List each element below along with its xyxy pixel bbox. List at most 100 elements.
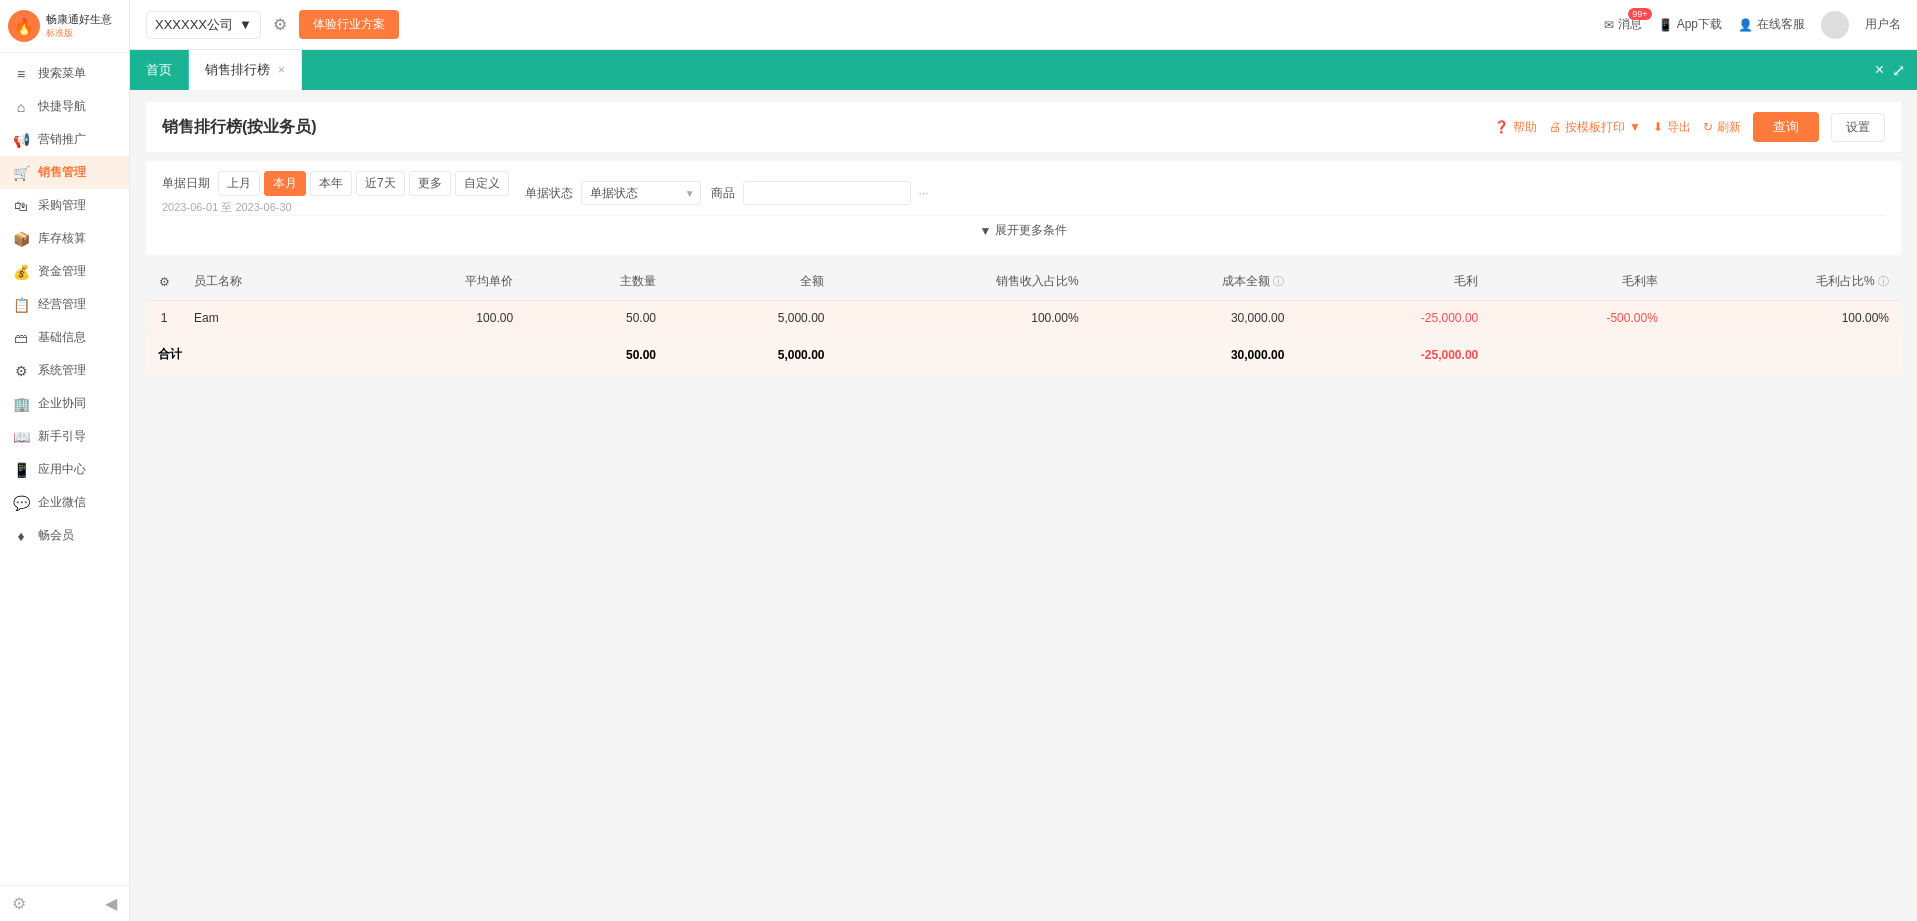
status-select[interactable]: 单据状态 [581, 181, 701, 205]
message-button[interactable]: ✉ 消息 99+ [1604, 16, 1642, 33]
tab-actions: × ⤢ [1875, 61, 1917, 80]
goods-filter-label: 商品 [711, 185, 735, 202]
date-btn-more[interactable]: 更多 [409, 171, 451, 196]
col-gross-header: 毛利 [1296, 263, 1490, 301]
sidebar-item-label: 畅会员 [38, 527, 74, 544]
tab-close-window-icon[interactable]: × [1875, 61, 1884, 79]
header-settings-icon[interactable]: ⚙ [273, 15, 287, 34]
wechat-icon: 💬 [12, 495, 30, 511]
download-icon: 📱 [1658, 18, 1673, 32]
operations-icon: 📋 [12, 297, 30, 313]
sidebar-item-guide[interactable]: 📖 新手引导 [0, 420, 129, 453]
tab-bar: 首页 销售排行榜 × × ⤢ [130, 50, 1917, 90]
footer-gross-pct [1670, 336, 1901, 374]
date-btn-custom[interactable]: 自定义 [455, 171, 509, 196]
cost-cell: 30,000.00 [1091, 301, 1297, 336]
sidebar-item-system[interactable]: ⚙ 系统管理 [0, 354, 129, 387]
sidebar-item-marketing[interactable]: 📢 营销推广 [0, 123, 129, 156]
online-service-button[interactable]: 👤 在线客服 [1738, 16, 1805, 33]
col-settings[interactable]: ⚙ [146, 263, 182, 301]
sidebar-item-finance[interactable]: 💰 资金管理 [0, 255, 129, 288]
tab-maximize-icon[interactable]: ⤢ [1892, 61, 1905, 80]
tab-label: 销售排行榜 [205, 61, 270, 79]
table-header-row: ⚙ 员工名称 平均单价 主数量 全额 销售收入占比% 成本全额 ⓘ 毛利 毛利率… [146, 263, 1901, 301]
date-btn-this-year[interactable]: 本年 [310, 171, 352, 196]
sidebar-item-label: 经营管理 [38, 296, 86, 313]
sidebar-item-label: 新手引导 [38, 428, 86, 445]
gross-pct-info-icon[interactable]: ⓘ [1878, 275, 1889, 287]
sidebar-bottom: ⚙ ◀ [0, 885, 129, 921]
home-icon: ⌂ [12, 99, 30, 115]
tab-home[interactable]: 首页 [130, 50, 189, 90]
message-badge: 99+ [1628, 8, 1651, 20]
export-button[interactable]: ⬇ 导出 [1653, 119, 1691, 136]
footer-gross: -25,000.00 [1296, 336, 1490, 374]
sidebar-item-operations[interactable]: 📋 经营管理 [0, 288, 129, 321]
system-icon: ⚙ [12, 363, 30, 379]
top-header: XXXXXX公司 ▼ ⚙ 体验行业方案 ✉ 消息 99+ 📱 App下载 👤 在… [130, 0, 1917, 50]
app-download-button[interactable]: 📱 App下载 [1658, 16, 1722, 33]
sidebar-item-wechat[interactable]: 💬 企业微信 [0, 486, 129, 519]
apps-icon: 📱 [12, 462, 30, 478]
rank-cell: 1 [146, 301, 182, 336]
col-avg-price-header: 平均单价 [354, 263, 526, 301]
expand-conditions-button[interactable]: ▼ 展开更多条件 [980, 222, 1068, 239]
enterprise-icon: 🏢 [12, 396, 30, 412]
date-btn-last-month[interactable]: 上月 [218, 171, 260, 196]
marketing-icon: 📢 [12, 132, 30, 148]
tab-sales-ranking[interactable]: 销售排行榜 × [189, 50, 302, 90]
sidebar-item-basic[interactable]: 🗃 基础信息 [0, 321, 129, 354]
sidebar-settings-icon[interactable]: ⚙ [12, 894, 26, 913]
online-service-label: 在线客服 [1757, 16, 1805, 33]
tab-close-icon[interactable]: × [278, 63, 285, 77]
date-filter-group: 单据日期 上月 本月 本年 近7天 更多 自定义 2023-06-01 至 20… [162, 171, 509, 215]
sidebar-item-apps[interactable]: 📱 应用中心 [0, 453, 129, 486]
sidebar-nav: ≡ 搜索菜单 ⌂ 快捷导航 📢 营销推广 🛒 销售管理 🛍 采购管理 📦 库存核… [0, 53, 129, 885]
page-actions: ❓ 帮助 🖨 按模板打印 ▼ ⬇ 导出 ↻ 刷新 查询 设置 [1494, 112, 1885, 142]
footer-gross-rate [1490, 336, 1670, 374]
sidebar-item-purchase[interactable]: 🛍 采购管理 [0, 189, 129, 222]
guide-icon: 📖 [12, 429, 30, 445]
status-filter-group: 单据状态 单据状态 ▼ [525, 181, 695, 205]
company-selector[interactable]: XXXXXX公司 ▼ [146, 11, 261, 39]
page-title-bar: 销售排行榜(按业务员) ❓ 帮助 🖨 按模板打印 ▼ ⬇ 导出 ↻ 刷新 [146, 102, 1901, 153]
sidebar-item-sales[interactable]: 🛒 销售管理 [0, 156, 129, 189]
trial-button[interactable]: 体验行业方案 [299, 10, 399, 39]
sidebar-logo: 🔥 畅康通好生意 标准版 [0, 0, 129, 53]
setting-button[interactable]: 设置 [1831, 113, 1885, 142]
sidebar-item-search-order[interactable]: ≡ 搜索菜单 [0, 57, 129, 90]
sidebar-item-label: 企业微信 [38, 494, 86, 511]
footer-sales-pct [836, 336, 1090, 374]
footer-row: 合计 50.00 5,000.00 30,000.00 -25,000.00 [146, 336, 1901, 374]
tab-home-label: 首页 [146, 61, 172, 79]
date-btn-7days[interactable]: 近7天 [356, 171, 405, 196]
gross-rate-cell: -500.00% [1490, 301, 1670, 336]
page-title: 销售排行榜(按业务员) [162, 117, 317, 138]
print-button[interactable]: 🖨 按模板打印 ▼ [1549, 119, 1641, 136]
query-button[interactable]: 查询 [1753, 112, 1819, 142]
expand-row: ▼ 展开更多条件 [162, 215, 1885, 245]
sidebar-item-label: 系统管理 [38, 362, 86, 379]
sidebar-item-inventory[interactable]: 📦 库存核算 [0, 222, 129, 255]
sidebar-item-enterprise[interactable]: 🏢 企业协同 [0, 387, 129, 420]
sidebar-item-label: 资金管理 [38, 263, 86, 280]
status-filter-label: 单据状态 [525, 185, 573, 202]
inventory-icon: 📦 [12, 231, 30, 247]
table-footer: 合计 50.00 5,000.00 30,000.00 -25,000.00 [146, 336, 1901, 374]
more-options-icon[interactable]: ··· [919, 186, 929, 200]
date-buttons: 上月 本月 本年 近7天 更多 自定义 [218, 171, 509, 196]
footer-label: 合计 [146, 336, 525, 374]
service-icon: 👤 [1738, 18, 1753, 32]
avatar[interactable] [1821, 11, 1849, 39]
date-btn-this-month[interactable]: 本月 [264, 171, 306, 196]
date-filter-label: 单据日期 [162, 175, 210, 192]
sidebar-item-label: 库存核算 [38, 230, 86, 247]
sidebar-collapse-icon[interactable]: ◀ [105, 894, 117, 913]
goods-input[interactable] [743, 181, 911, 205]
sidebar-item-member[interactable]: ♦ 畅会员 [0, 519, 129, 552]
main-qty-cell: 50.00 [525, 301, 668, 336]
sidebar-item-quick-nav[interactable]: ⌂ 快捷导航 [0, 90, 129, 123]
cost-info-icon[interactable]: ⓘ [1273, 275, 1284, 287]
refresh-button[interactable]: ↻ 刷新 [1703, 119, 1741, 136]
help-link[interactable]: ❓ 帮助 [1494, 119, 1537, 136]
